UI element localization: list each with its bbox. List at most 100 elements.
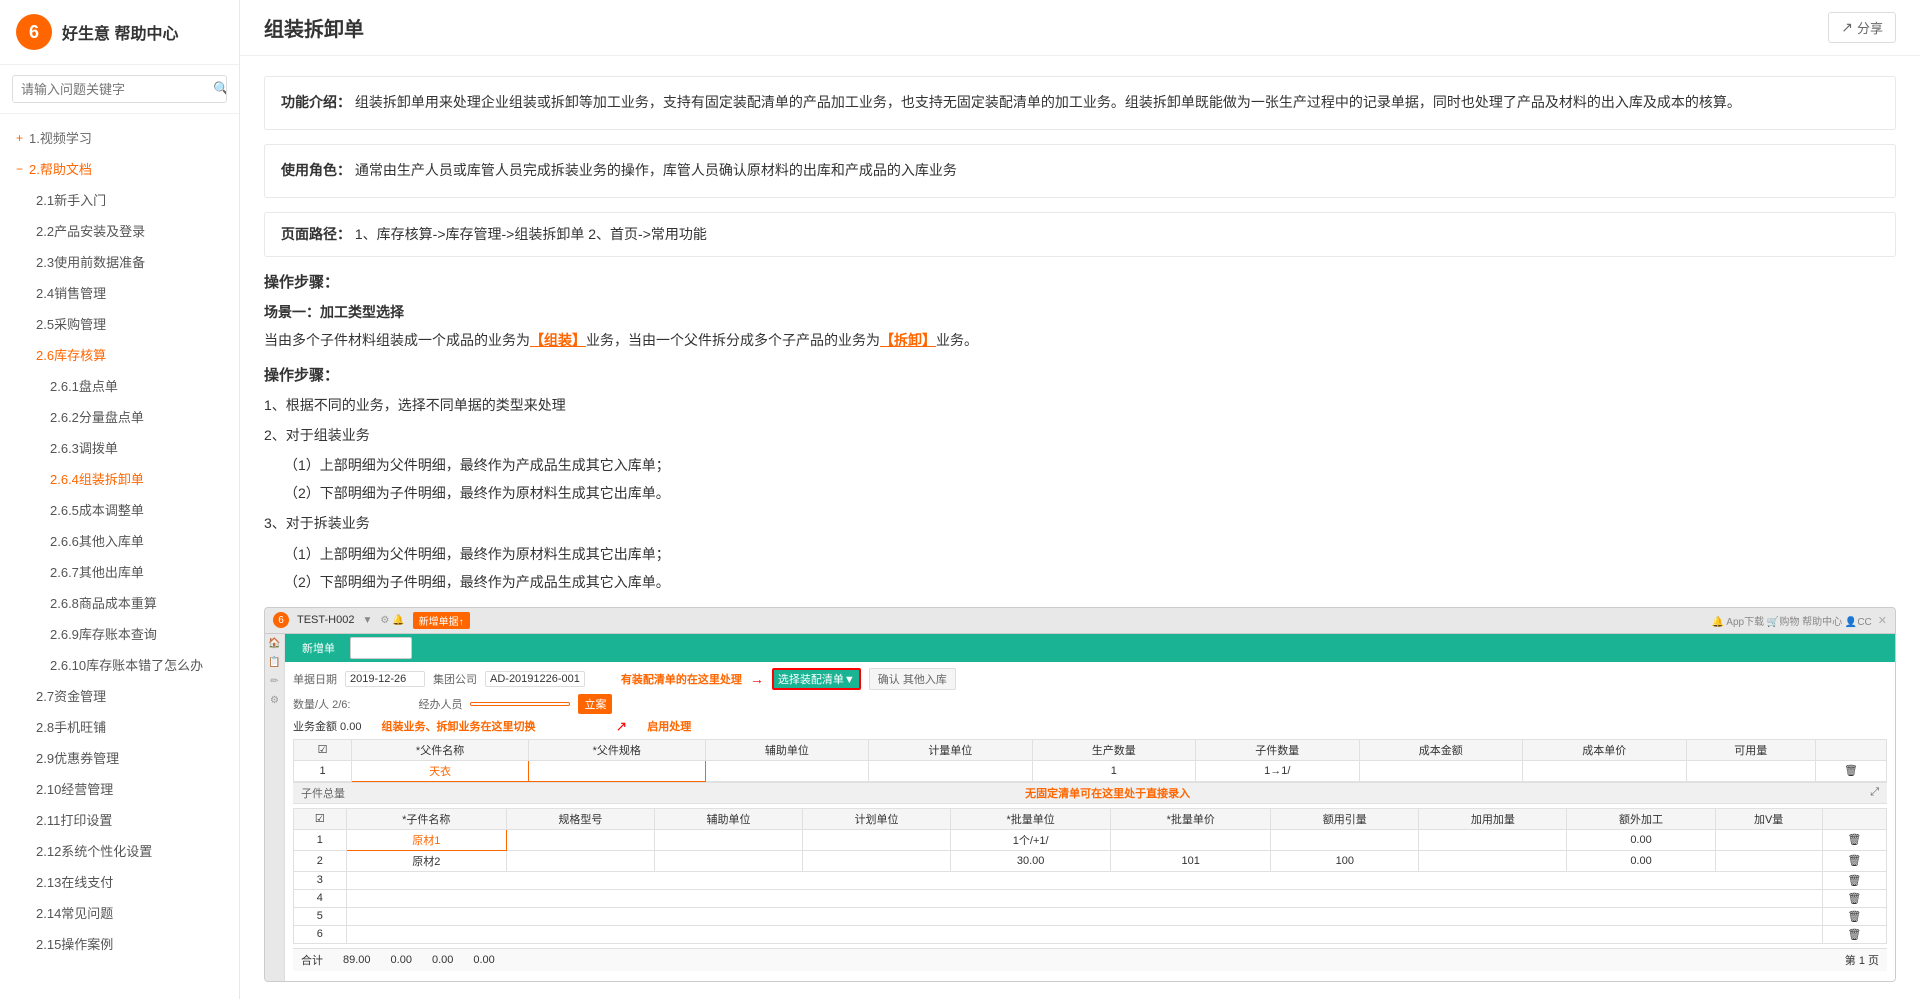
sidebar-item-docs[interactable]: − 2.帮助文档 [0, 153, 239, 184]
mock-bth-addv: 加V量 [1715, 808, 1822, 829]
sidebar-item-23[interactable]: 2.3使用前数据准备 [0, 246, 239, 277]
sidebar-item-268[interactable]: 2.6.8商品成本重算 [0, 587, 239, 618]
mock-section-label: 业务金额 0.00 组装业务、拆卸业务在这里切换 ↗ 启用处理 [293, 718, 1887, 735]
sidebar-item-214[interactable]: 2.14常见问题 [0, 897, 239, 928]
sidebar-item-25[interactable]: 2.5采购管理 [0, 308, 239, 339]
mock-total-4: 0.00 [473, 954, 494, 966]
sidebar-item-211[interactable]: 2.11打印设置 [0, 804, 239, 835]
sidebar-item-28[interactable]: 2.8手机旺铺 [0, 711, 239, 742]
mock-bth-batch-price: *批量单价 [1111, 808, 1271, 829]
mock-arrow1: → [750, 671, 764, 687]
mock-org-input[interactable]: AD-20191226-001 [485, 671, 585, 687]
assemble-keyword: 【组装】 [530, 332, 586, 348]
screenshot-mockup: 6 TEST-H002 ▼ ⚙ 🔔 新增单据↑ 🔔 App下载 🛒购物 帮助中心… [264, 607, 1896, 982]
mock-orange-bar: 新增单 单据列表 [285, 634, 1895, 662]
step2-sub1: （1）上部明细为父件明细，最终作为产成品生成其它入库单； [284, 453, 1896, 478]
mock-date-input[interactable]: 2019-12-26 [345, 671, 425, 687]
sidebar-item-266[interactable]: 2.6.6其他入库单 [0, 525, 239, 556]
sidebar-item-213[interactable]: 2.13在线支付 [0, 866, 239, 897]
mock-th-unit-cost: 成本单价 [1523, 739, 1686, 760]
sidebar-item-212[interactable]: 2.12系统个性化设置 [0, 835, 239, 866]
mock-bth-check: ☑ [294, 808, 347, 829]
mock-btd-s2 [506, 850, 654, 871]
mock-th-checkbox: ☑ [294, 739, 352, 760]
mock-form-header: 单据日期 2019-12-26 集团公司 AD-20191226-001 有装配… [293, 668, 1887, 690]
function-intro-text: 组装拆卸单用来处理企业组装或拆卸等加工业务，支持有固定装配清单的产品加工业务，也… [355, 94, 1741, 110]
mock-home-icon: 🏠 [268, 638, 280, 649]
mock-bth-ops [1822, 808, 1886, 829]
mock-date-label: 单据日期 [293, 671, 337, 687]
mock-annotation1: 有装配清单的在这里处理 [621, 671, 742, 687]
sidebar-item-21[interactable]: 2.1新手入门 [0, 184, 239, 215]
sidebar-item-263[interactable]: 2.6.3调拨单 [0, 432, 239, 463]
mock-title-text: TEST-H002 [297, 614, 354, 626]
search-button[interactable]: 🔍 [205, 76, 227, 102]
mock-td-measure [869, 760, 1032, 781]
mock-th-parent-name: *父件名称 [352, 739, 529, 760]
mock-annotation4: 启用处理 [647, 718, 691, 734]
mock-do-btn[interactable]: 立案 [578, 694, 612, 714]
mock-tab-list[interactable]: 单据列表 [350, 637, 412, 659]
mock-btd-op1: 🗑 [1822, 829, 1886, 850]
mock-bottom-table: ☑ *子件名称 规格型号 辅助单位 计划单位 *批量单位 *批量单价 额用引量 … [293, 808, 1887, 944]
mock-td-cost [1359, 760, 1522, 781]
sidebar-item-27[interactable]: 2.7资金管理 [0, 680, 239, 711]
top-bar: 组装拆卸单 ↗ 分享 [240, 0, 1920, 56]
sidebar-item-267[interactable]: 2.6.7其他出库单 [0, 556, 239, 587]
mock-person-label: 经办人员 [418, 696, 462, 712]
sidebar-item-26[interactable]: 2.6库存核算 [0, 339, 239, 370]
mock-btd-empty6 [346, 925, 1822, 943]
search-area: 🔍 [0, 65, 239, 114]
mock-btd-ex2: 0.00 [1567, 850, 1715, 871]
sidebar-item-269[interactable]: 2.6.9库存账本查询 [0, 618, 239, 649]
sidebar-item-2610[interactable]: 2.6.10库存账本错了怎么办 [0, 649, 239, 680]
sidebar-item-22[interactable]: 2.2产品安装及登录 [0, 215, 239, 246]
search-box: 🔍 [12, 75, 227, 103]
scenario1-label: 场景一：加工类型选择 [264, 302, 1896, 322]
mock-bth-spec: 规格型号 [506, 808, 654, 829]
mock-dropdown-icon: ▼ [362, 615, 372, 626]
mock-btd-a2 [654, 850, 802, 871]
sidebar-item-264[interactable]: 2.6.4组装拆卸单 [0, 463, 239, 494]
sidebar-item-265[interactable]: 2.6.5成本调整单 [0, 494, 239, 525]
mock-btd-empty5 [346, 907, 1822, 925]
mock-th-sub-qty: 子件数量 [1196, 739, 1359, 760]
mock-divider: 子件总量 无固定清单可在这里处于直接录入 ⤢ [293, 782, 1887, 804]
sidebar-item-29[interactable]: 2.9优惠券管理 [0, 742, 239, 773]
mock-btd-empty3 [346, 871, 1822, 889]
mock-tab-new[interactable]: 新增单 [293, 637, 344, 659]
mock-confirm-btn[interactable]: 确认 其他入库 [869, 668, 956, 690]
mock-td-aux [705, 760, 868, 781]
mock-btd-num3: 3 [294, 871, 347, 889]
sidebar-item-label: 2.帮助文档 [29, 159, 92, 178]
mock-main-layout: 🏠 📋 ✏ ⚙ 新增单 单据列表 单据日期 2019 [265, 634, 1895, 981]
expand-icon-2: − [16, 162, 23, 176]
mock-edit-icon: ✏ [270, 676, 278, 687]
main-content: 组装拆卸单 ↗ 分享 功能介绍： 组装拆卸单用来处理企业组装或拆卸等加工业务，支… [240, 0, 1920, 999]
sidebar-item-label: 1.视频学习 [29, 128, 92, 147]
mock-bth-allowed: 额用引量 [1271, 808, 1419, 829]
sidebar-item-24[interactable]: 2.4销售管理 [0, 277, 239, 308]
mock-btd-s1 [506, 829, 654, 850]
mock-th-cost: 成本金额 [1359, 739, 1522, 760]
mock-th-parent-spec: *父件规格 [528, 739, 705, 760]
sidebar-item-210[interactable]: 2.10经营管理 [0, 773, 239, 804]
sidebar-item-215[interactable]: 2.15操作案例 [0, 928, 239, 959]
search-input[interactable] [13, 77, 205, 102]
share-button[interactable]: ↗ 分享 [1828, 12, 1896, 43]
sidebar-item-video[interactable]: + 1.视频学习 [0, 122, 239, 153]
mock-new-order-btn[interactable]: 新增单据↑ [413, 612, 470, 629]
sidebar-item-262[interactable]: 2.6.2分量盘点单 [0, 401, 239, 432]
mock-btd-name1: 原材1 [346, 829, 506, 850]
mock-person-input[interactable] [470, 702, 570, 706]
table-row: 4 🗑 [294, 889, 1887, 907]
role-label: 使用角色： [281, 162, 351, 178]
step3: 3、对于拆装业务 [264, 511, 1896, 536]
table-row: 2 原材2 30.00 101 100 0.00 [294, 850, 1887, 871]
mock-td-parent-name: 天衣 [352, 760, 529, 781]
sidebar-item-261[interactable]: 2.6.1盘点单 [0, 370, 239, 401]
table-row: 1 天衣 1 1→1/ 🗑 [294, 760, 1887, 781]
step3-sub1: （1）上部明细为父件明细，最终作为原材料生成其它出库单； [284, 542, 1896, 567]
mock-select-bom-btn[interactable]: 选择装配清单▼ [772, 668, 861, 690]
mock-page-info: 第 1 页 [1845, 952, 1879, 968]
